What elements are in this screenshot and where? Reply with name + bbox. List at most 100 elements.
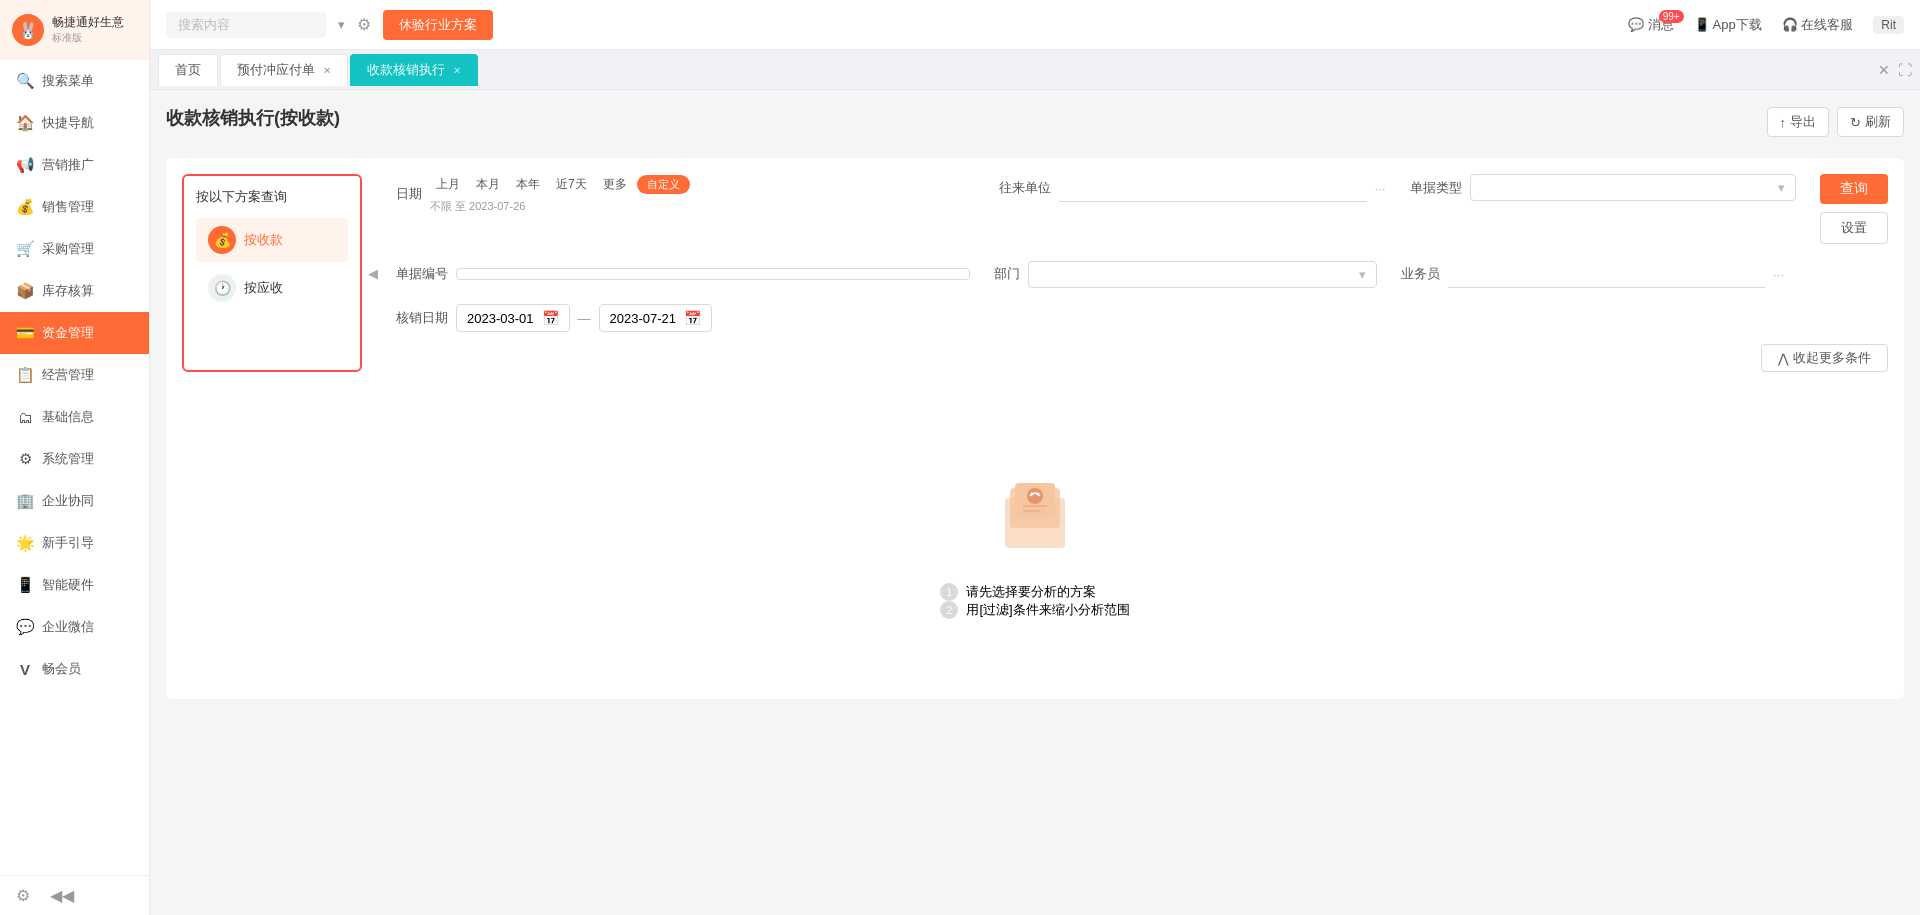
sidebar-item-inventory[interactable]: 📦 库存核算 [0,270,149,312]
message-badge[interactable]: 💬 消息 99+ [1628,16,1674,34]
tab-collection-label: 收款核销执行 [367,61,445,79]
date-field: 日期 上月 本月 本年 近7天 更多 自定义 不限 至 [396,174,975,214]
counterpart-label: 往来单位 [999,179,1051,197]
sidebar-label-guide: 新手引导 [42,534,94,552]
dept-chevron: ▾ [1359,267,1366,282]
empty-tip-1: 1 请先选择要分析的方案 [940,583,1129,601]
sidebar-item-basic[interactable]: 🗂 基础信息 [0,396,149,438]
main-area: 搜索内容 ▾ ⚙ 休验行业方案 💬 消息 99+ 📱 App下载 🎧 在线客服 … [150,0,1920,915]
date-this-year-btn[interactable]: 本年 [510,174,546,195]
sidebar-item-member[interactable]: V 畅会员 [0,648,149,690]
toolbar: ↑ 导出 ↻ 刷新 [1767,107,1905,137]
sidebar-item-enterprise[interactable]: 🏢 企业协同 [0,480,149,522]
sidebar-item-operations[interactable]: 📋 经营管理 [0,354,149,396]
collapse-more-button[interactable]: ⋀ 收起更多条件 [1761,344,1888,372]
verify-date-label: 核销日期 [396,309,448,327]
calendar-start-icon[interactable]: 📅 [542,310,559,326]
sidebar-item-purchase[interactable]: 🛒 采购管理 [0,228,149,270]
sales-icon: 💰 [16,198,34,216]
sidebar-label-member: 畅会员 [42,660,81,678]
sidebar-item-wechat[interactable]: 💬 企业微信 [0,606,149,648]
date-last-month-btn[interactable]: 上月 [430,174,466,195]
purchase-icon: 🛒 [16,240,34,258]
export-button[interactable]: ↑ 导出 [1767,107,1830,137]
app-label: App下载 [1713,17,1762,32]
receipt-icon: 💰 [208,226,236,254]
wechat-icon: 💬 [16,618,34,636]
dept-select[interactable]: ▾ [1028,261,1377,288]
tab-maximize-button[interactable]: ⛶ [1898,62,1912,78]
tabbar: 首页 预付冲应付单 ✕ 收款核销执行 ✕ ✕ ⛶ [150,50,1920,90]
user-name[interactable]: Rit [1873,16,1904,34]
date-custom-badge[interactable]: 自定义 [637,175,690,194]
verify-date-field: 核销日期 2023-03-01 📅 — 2023-07-21 📅 [396,304,712,332]
sidebar-item-finance[interactable]: 💳 资金管理 [0,312,149,354]
service-icon: 🎧 [1782,17,1798,32]
dropdown-icon[interactable]: ▾ [338,17,345,32]
doc-type-field: 单据类型 ▾ [1410,174,1796,201]
sidebar-label-sales: 销售管理 [42,198,94,216]
date-more-btn[interactable]: 更多 [597,174,633,195]
empty-tip-1-text: 请先选择要分析的方案 [966,583,1096,601]
filter-by-receipt[interactable]: 💰 按收款 [196,218,348,262]
empty-state: 1 请先选择要分析的方案 2 用[过滤]条件来缩小分析范围 [166,388,1904,699]
message-icon: 💬 [1628,17,1644,32]
date-7days-btn[interactable]: 近7天 [550,174,593,195]
staff-ellipsis[interactable]: ··· [1773,267,1784,282]
industry-solution-button[interactable]: 休验行业方案 [383,10,493,40]
topbar-settings-icon[interactable]: ⚙ [357,15,371,34]
collapse-row: ⋀ 收起更多条件 [396,344,1888,372]
verify-date-start-input[interactable]: 2023-03-01 📅 [456,304,570,332]
svg-point-5 [1037,493,1040,496]
filter-fields: 日期 上月 本月 本年 近7天 更多 自定义 不限 至 [396,174,1888,372]
sidebar-label-basic: 基础信息 [42,408,94,426]
counterpart-field: 往来单位 ··· [999,174,1385,202]
footer-settings-icon[interactable]: ⚙ [16,886,30,905]
calendar-end-icon[interactable]: 📅 [684,310,701,326]
marketing-icon: 📢 [16,156,34,174]
sidebar-item-marketing[interactable]: 📢 营销推广 [0,144,149,186]
filter-by-receivable[interactable]: 🕐 按应收 [196,266,348,310]
basic-icon: 🗂 [16,408,34,426]
date-this-month-btn[interactable]: 本月 [470,174,506,195]
tab-collection-close-icon[interactable]: ✕ [453,65,461,76]
sidebar-item-search[interactable]: 🔍 搜索菜单 [0,60,149,102]
home-icon: 🏠 [16,114,34,132]
verify-date-end-input[interactable]: 2023-07-21 📅 [599,304,713,332]
tab-collection[interactable]: 收款核销执行 ✕ [350,54,478,86]
page-title: 收款核销执行(按收款) [166,106,340,130]
query-button[interactable]: 查询 [1820,174,1888,204]
topbar: 搜索内容 ▾ ⚙ 休验行业方案 💬 消息 99+ 📱 App下载 🎧 在线客服 … [150,0,1920,50]
tab-home[interactable]: 首页 [158,54,218,86]
sidebar-label-operations: 经营管理 [42,366,94,384]
staff-label: 业务员 [1401,265,1440,283]
hardware-icon: 📱 [16,576,34,594]
settings-button[interactable]: 设置 [1820,212,1888,244]
online-service[interactable]: 🎧 在线客服 [1782,16,1854,34]
counterpart-ellipsis[interactable]: ··· [1375,181,1386,196]
logo-title: 畅捷通好生意 [52,15,124,31]
sidebar-label-system: 系统管理 [42,450,94,468]
filter-panel: 按以下方案查询 💰 按收款 🕐 按应收 ◀ [166,158,1904,699]
sidebar-item-guide[interactable]: 🌟 新手引导 [0,522,149,564]
sidebar-item-sales[interactable]: 💰 销售管理 [0,186,149,228]
empty-illustration [985,468,1085,571]
sidebar-item-hardware[interactable]: 📱 智能硬件 [0,564,149,606]
app-download[interactable]: 📱 App下载 [1694,16,1762,34]
footer-collapse-icon[interactable]: ◀◀ [50,886,74,905]
tab-close-window-button[interactable]: ✕ [1878,62,1890,78]
tab-prepay-close-icon[interactable]: ✕ [323,65,331,76]
empty-tip-2: 2 用[过滤]条件来缩小分析范围 [940,601,1129,619]
doc-type-select[interactable]: ▾ [1470,174,1796,201]
date-label: 日期 [396,185,422,203]
sidebar-item-quick-nav[interactable]: 🏠 快捷导航 [0,102,149,144]
doc-type-label: 单据类型 [1410,179,1462,197]
sidebar-item-system[interactable]: ⚙ 系统管理 [0,438,149,480]
filter-collapse-arrow[interactable]: ◀ [362,174,384,372]
app-icon: 📱 [1694,17,1710,32]
tab-prepay[interactable]: 预付冲应付单 ✕ [220,54,348,86]
doc-no-input[interactable] [456,268,970,280]
refresh-button[interactable]: ↻ 刷新 [1837,107,1904,137]
sidebar-label-search: 搜索菜单 [42,72,94,90]
sidebar-label-finance: 资金管理 [42,324,94,342]
